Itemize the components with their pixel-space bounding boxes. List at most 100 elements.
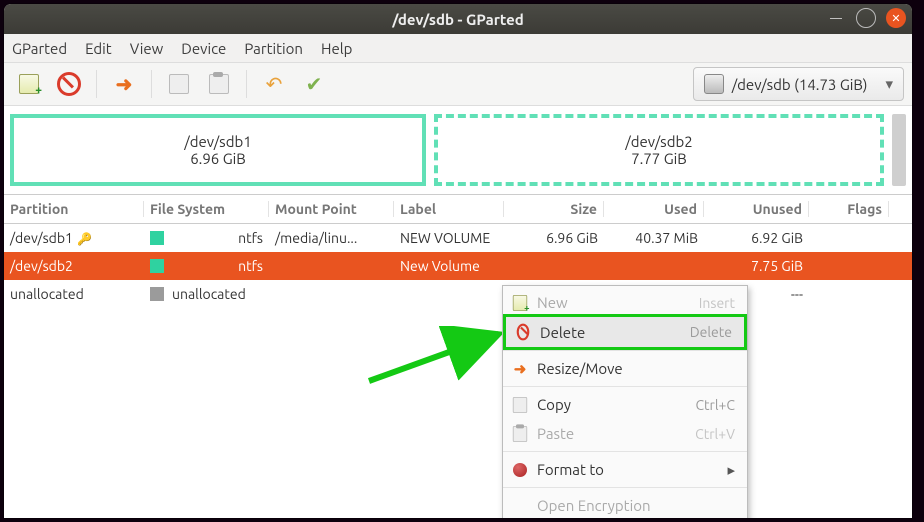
col-label[interactable]: Label bbox=[394, 201, 504, 217]
toolbar-separator bbox=[151, 70, 152, 98]
toolbar-undo-button[interactable]: ↶ bbox=[257, 67, 291, 101]
partition-context-menu: New Insert Delete Delete ➜ Resize/Move C… bbox=[502, 285, 748, 518]
window-close-button[interactable] bbox=[886, 8, 906, 28]
ctx-paste: Paste Ctrl+V bbox=[503, 419, 747, 448]
paste-icon bbox=[209, 74, 229, 94]
menu-view[interactable]: View bbox=[130, 40, 164, 57]
key-icon: 🔑 bbox=[77, 233, 92, 246]
cell-partition: /dev/sdb1🔑 bbox=[4, 230, 144, 246]
cell-unused: 6.92 GiB bbox=[704, 230, 809, 246]
col-flags[interactable]: Flags bbox=[809, 201, 889, 217]
device-selector[interactable]: /dev/sdb (14.73 GiB) ▾ bbox=[693, 67, 904, 101]
toolbar-copy-button[interactable] bbox=[162, 67, 196, 101]
menu-partition[interactable]: Partition bbox=[244, 40, 303, 57]
table-row[interactable]: /dev/sdb1🔑 ntfs /media/linu... NEW VOLUM… bbox=[4, 224, 912, 252]
ctx-open-encryption: Open Encryption bbox=[503, 491, 747, 518]
device-selector-label: /dev/sdb (14.73 GiB) bbox=[732, 76, 868, 93]
paste-icon bbox=[511, 425, 529, 443]
disk-icon bbox=[704, 74, 724, 94]
menubar: GParted Edit View Device Partition Help bbox=[4, 34, 912, 63]
ctx-new: New Insert bbox=[503, 288, 747, 317]
toolbar-apply-button[interactable]: ✔ bbox=[297, 67, 331, 101]
cell-partition: /dev/sdb2 bbox=[4, 258, 144, 274]
menu-separator bbox=[503, 451, 747, 452]
ctx-format-to[interactable]: Format to ▸ bbox=[503, 455, 747, 484]
annotation-arrow bbox=[364, 326, 524, 386]
ctx-label: Resize/Move bbox=[537, 360, 623, 377]
partition-table: Partition File System Mount Point Label … bbox=[4, 194, 912, 308]
col-size[interactable]: Size bbox=[504, 201, 604, 217]
table-row-selected[interactable]: /dev/sdb2 ntfs New Volume 7.75 GiB bbox=[4, 252, 912, 280]
ctx-label: Delete bbox=[540, 324, 585, 341]
document-new-icon bbox=[19, 74, 39, 94]
apply-icon: ✔ bbox=[306, 72, 323, 96]
fs-color-swatch bbox=[150, 259, 164, 273]
cell-partition: unallocated bbox=[4, 286, 144, 302]
fs-color-swatch bbox=[150, 231, 164, 245]
delete-icon bbox=[57, 72, 81, 96]
cell-used: 40.37 MiB bbox=[604, 230, 704, 246]
cell-size: 6.96 GiB bbox=[504, 230, 604, 246]
chevron-right-icon: ▸ bbox=[727, 461, 735, 479]
menu-device[interactable]: Device bbox=[181, 40, 226, 57]
format-icon bbox=[511, 461, 529, 479]
col-filesystem[interactable]: File System bbox=[144, 201, 269, 217]
cell-unused: 7.75 GiB bbox=[704, 258, 809, 274]
fs-color-swatch bbox=[150, 287, 164, 301]
ctx-delete[interactable]: Delete Delete bbox=[503, 314, 747, 350]
chevron-down-icon: ▾ bbox=[885, 75, 893, 93]
window-maximize-button[interactable] bbox=[856, 8, 876, 28]
ctx-copy[interactable]: Copy Ctrl+C bbox=[503, 390, 747, 419]
copy-icon bbox=[169, 74, 189, 94]
resize-icon: ➜ bbox=[511, 360, 529, 378]
ctx-resize[interactable]: ➜ Resize/Move bbox=[503, 354, 747, 383]
toolbar-separator bbox=[246, 70, 247, 98]
col-unused[interactable]: Unused bbox=[704, 201, 809, 217]
window-title: /dev/sdb - GParted bbox=[392, 11, 524, 28]
titlebar: /dev/sdb - GParted bbox=[4, 4, 912, 34]
toolbar-new-button[interactable] bbox=[12, 67, 46, 101]
menu-separator bbox=[503, 386, 747, 387]
table-row[interactable]: unallocated unallocated --- bbox=[4, 280, 912, 308]
cell-filesystem: ntfs bbox=[144, 258, 269, 274]
window-minimize-button[interactable] bbox=[826, 8, 846, 28]
toolbar-delete-button[interactable] bbox=[52, 67, 86, 101]
toolbar-resize-button[interactable]: ➜ bbox=[107, 67, 141, 101]
ctx-label: New bbox=[537, 294, 568, 311]
col-mountpoint[interactable]: Mount Point bbox=[269, 201, 394, 217]
ctx-accel: Insert bbox=[699, 295, 735, 311]
cell-label: NEW VOLUME bbox=[394, 230, 504, 246]
cell-label: New Volume bbox=[394, 258, 504, 274]
cell-filesystem: ntfs bbox=[144, 230, 269, 246]
menu-separator bbox=[503, 350, 747, 351]
copy-icon bbox=[511, 396, 529, 414]
partition-graph-size: 6.96 GiB bbox=[190, 150, 246, 167]
ctx-label: Format to bbox=[537, 461, 604, 478]
partition-graph-size: 7.77 GiB bbox=[631, 150, 687, 167]
partition-graph-name: /dev/sdb1 bbox=[184, 133, 251, 150]
col-used[interactable]: Used bbox=[604, 201, 704, 217]
col-partition[interactable]: Partition bbox=[4, 201, 144, 217]
cell-filesystem: unallocated bbox=[144, 286, 269, 302]
menu-help[interactable]: Help bbox=[321, 40, 352, 57]
menu-separator bbox=[503, 487, 747, 488]
menu-edit[interactable]: Edit bbox=[85, 40, 112, 57]
document-new-icon bbox=[511, 294, 529, 312]
ctx-label: Copy bbox=[537, 396, 571, 413]
table-header: Partition File System Mount Point Label … bbox=[4, 194, 912, 224]
menu-gparted[interactable]: GParted bbox=[12, 40, 67, 57]
partition-graph-name: /dev/sdb2 bbox=[625, 133, 692, 150]
partition-graph-sdb2[interactable]: /dev/sdb2 7.77 GiB bbox=[434, 114, 884, 186]
ctx-accel: Ctrl+C bbox=[695, 397, 735, 413]
graph-scrollbar[interactable] bbox=[892, 114, 906, 186]
resize-icon: ➜ bbox=[116, 72, 133, 96]
partition-graph: /dev/sdb1 6.96 GiB /dev/sdb2 7.77 GiB bbox=[4, 106, 912, 194]
ctx-label: Open Encryption bbox=[537, 497, 651, 514]
toolbar-paste-button[interactable] bbox=[202, 67, 236, 101]
ctx-label: Paste bbox=[537, 425, 574, 442]
undo-icon: ↶ bbox=[266, 72, 283, 96]
partition-graph-sdb1[interactable]: /dev/sdb1 6.96 GiB bbox=[10, 114, 426, 186]
cell-mountpoint: /media/linu... bbox=[269, 230, 394, 246]
ctx-accel: Delete bbox=[690, 324, 732, 340]
gparted-window: /dev/sdb - GParted GParted Edit View Dev… bbox=[4, 4, 912, 518]
